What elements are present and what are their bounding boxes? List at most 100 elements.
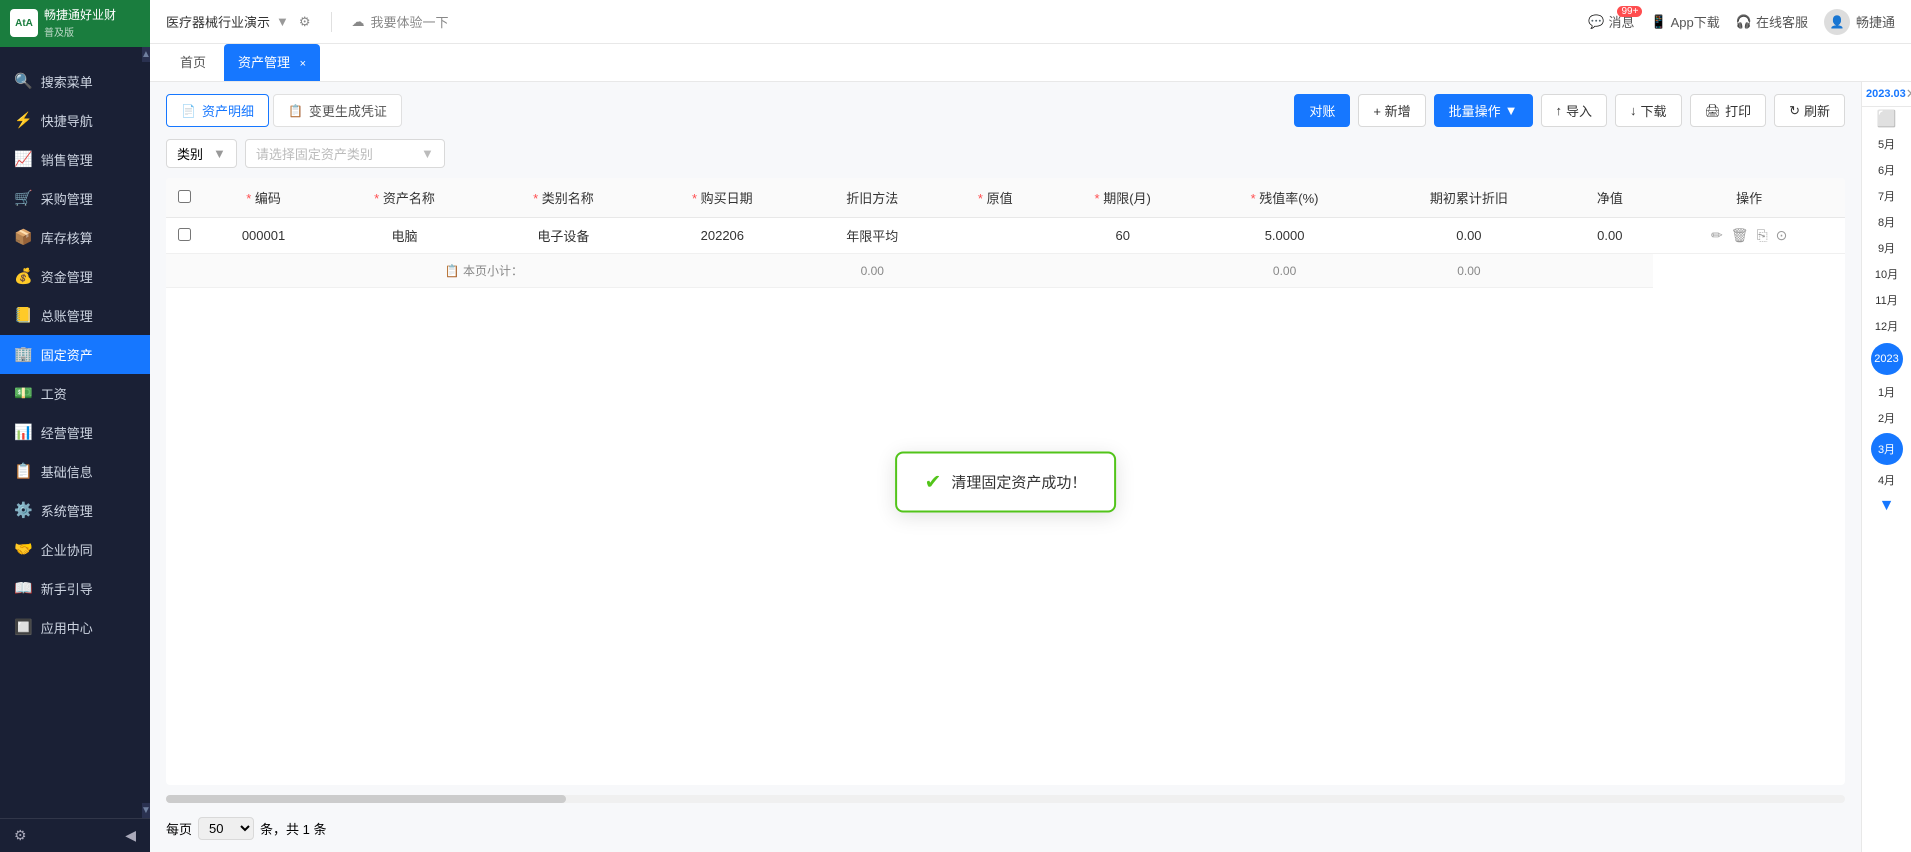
edit-icon[interactable]: ✏: [1711, 227, 1723, 244]
rp-month-11[interactable]: 11月: [1862, 287, 1911, 313]
rp-month-5[interactable]: 5月: [1862, 131, 1911, 157]
sidebar-item-purchase[interactable]: 🛒 采购管理: [0, 179, 150, 218]
sidebar-item-label: 基础信息: [41, 462, 93, 481]
quicknav-icon: ⚡: [14, 111, 33, 129]
more-icon[interactable]: ⊙: [1776, 227, 1788, 244]
batch-ops-button[interactable]: 批量操作 ▼: [1434, 94, 1533, 127]
download-icon: ↓: [1630, 103, 1637, 118]
topbar-right: 💬 消息 99+ 📱 App下载 🎧 在线客服 👤 畅捷通: [1588, 9, 1895, 35]
sidebar-item-label: 固定资产: [41, 345, 93, 364]
sidebar-item-label: 总账管理: [41, 306, 93, 325]
sidebar-item-sales[interactable]: 📈 销售管理: [0, 140, 150, 179]
logo-sub: 普及版: [44, 24, 116, 39]
filter-input-dropdown-icon: ▼: [421, 146, 434, 161]
logo-text-wrap: 畅捷通好业财 普及版: [44, 8, 116, 39]
print-button[interactable]: 🖨 打印: [1690, 94, 1767, 127]
select-all-checkbox[interactable]: [178, 190, 191, 203]
td-operations: ✏ 🗑 ⎘ ⊙: [1653, 218, 1845, 254]
subtotal-label: 📋 本页小计：: [166, 254, 802, 288]
sidebar-item-app-center[interactable]: 🔲 应用中心: [0, 608, 150, 647]
sidebar-item-enterprise[interactable]: 🤝 企业协同: [0, 530, 150, 569]
topbar: 医疗器械行业演示 ▼ ⚙ ☁ 我要体验一下 💬 消息 99+ 📱 App下载 🎧…: [150, 0, 1911, 44]
sidebar-item-basic-info[interactable]: 📋 基础信息: [0, 452, 150, 491]
subtotal-row: 📋 本页小计： 0.00 0.00 0.00: [166, 254, 1845, 288]
category-dropdown-icon: ▼: [213, 146, 226, 161]
sidebar-item-payroll[interactable]: 💵 工资: [0, 374, 150, 413]
app-center-icon: 🔲: [14, 618, 33, 636]
horizontal-scrollbar[interactable]: [166, 795, 1845, 803]
collapse-icon[interactable]: ◀: [125, 827, 136, 844]
settings-gear-icon[interactable]: ⚙: [299, 14, 311, 30]
category-input[interactable]: 请选择固定资产类别 ▼: [245, 139, 445, 168]
sidebar-item-quicknav[interactable]: ⚡ 快捷导航: [0, 101, 150, 140]
rp-month-8[interactable]: 8月: [1862, 209, 1911, 235]
sidebar-item-newbie[interactable]: 📖 新手引导: [0, 569, 150, 608]
rp-month-6[interactable]: 6月: [1862, 157, 1911, 183]
sidebar-item-search[interactable]: 🔍 搜索菜单: [0, 62, 150, 101]
subtotal-initial-accumulated: 0.00: [1198, 254, 1372, 288]
reconcile-button[interactable]: 对账: [1294, 94, 1350, 127]
tabbar: 首页 资产管理 ×: [150, 44, 1911, 82]
tab-home[interactable]: 首页: [166, 44, 220, 81]
horizontal-scrollbar-area: [166, 791, 1845, 807]
expand-panel-icon[interactable]: ⬜: [1877, 109, 1897, 129]
topbar-experience[interactable]: ☁ 我要体验一下: [352, 12, 449, 31]
logo-icon: AtA: [10, 9, 38, 37]
sidebar-item-ledger[interactable]: 📒 总账管理: [0, 296, 150, 335]
table-header-row: 编码 资产名称 类别名称 购买日期 折旧方法 原值 期限(月) 残值率(%) 期…: [166, 178, 1845, 218]
sidebar-item-inventory[interactable]: 📦 库存核算: [0, 218, 150, 257]
close-panel-icon[interactable]: ✕: [1906, 86, 1911, 102]
app-download-btn[interactable]: 📱 App下载: [1650, 12, 1719, 31]
tab-close-icon[interactable]: ×: [300, 58, 306, 70]
td-period: 60: [1048, 218, 1198, 254]
search-icon: 🔍: [14, 72, 33, 90]
per-page-select[interactable]: 50 10 20 100: [198, 817, 254, 840]
import-button[interactable]: ↑ 导入: [1541, 94, 1608, 127]
sidebar-item-ops[interactable]: 📊 经营管理: [0, 413, 150, 452]
tab-asset-mgmt[interactable]: 资产管理 ×: [224, 44, 320, 81]
delete-icon[interactable]: 🗑: [1731, 227, 1749, 244]
download-button[interactable]: ↓ 下载: [1615, 94, 1682, 127]
filter-row: 类别 ▼ 请选择固定资产类别 ▼: [166, 139, 1845, 168]
category-label: 类别: [177, 144, 203, 163]
th-net-value: 净值: [1566, 178, 1653, 218]
sidebar-item-fixed-assets[interactable]: 🏢 固定资产: [0, 335, 150, 374]
rp-month-4[interactable]: 4月: [1862, 467, 1911, 493]
sidebar-item-funds[interactable]: 💰 资金管理: [0, 257, 150, 296]
enterprise-icon: 🤝: [14, 540, 33, 558]
refresh-button[interactable]: ↻ 刷新: [1774, 94, 1845, 127]
ops-icon: 📊: [14, 423, 33, 441]
rp-month-1[interactable]: 1月: [1862, 379, 1911, 405]
copy-icon[interactable]: ⎘: [1756, 227, 1767, 244]
right-panel-header-label: 2023.03: [1866, 88, 1906, 100]
category-select[interactable]: 类别 ▼: [166, 139, 237, 168]
user-btn[interactable]: 👤 畅捷通: [1824, 9, 1895, 35]
online-service-label: 在线客服: [1756, 12, 1808, 31]
success-toast: ✔ 清理固定资产成功！: [895, 451, 1117, 512]
rp-month-2[interactable]: 2月: [1862, 405, 1911, 431]
table-row: 000001 电脑 电子设备 202206 年限平均 60 5.0000 0.0…: [166, 218, 1845, 254]
th-code: 编码: [202, 178, 325, 218]
sub-tab-asset-detail[interactable]: 📄 资产明细: [166, 94, 269, 127]
sub-tab-change-voucher[interactable]: 📋 变更生成凭证: [273, 94, 402, 127]
rp-month-3-active[interactable]: 3月: [1871, 433, 1903, 465]
th-checkbox: [166, 178, 202, 218]
new-button[interactable]: + 新增: [1358, 94, 1425, 127]
rp-month-9[interactable]: 9月: [1862, 235, 1911, 261]
topbar-company[interactable]: 医疗器械行业演示 ▼ ⚙: [166, 12, 311, 31]
settings-icon[interactable]: ⚙: [14, 827, 27, 844]
rp-month-7[interactable]: 7月: [1862, 183, 1911, 209]
sidebar-item-label: 经营管理: [41, 423, 93, 442]
sidebar-bottom: ⚙ ◀: [0, 818, 150, 852]
messages-btn[interactable]: 💬 消息 99+: [1588, 12, 1634, 31]
row-checkbox[interactable]: [178, 228, 191, 241]
td-code: 000001: [202, 218, 325, 254]
rp-scroll-down[interactable]: ▼: [1879, 497, 1895, 515]
phone-icon: 📱: [1650, 14, 1666, 30]
online-service-btn[interactable]: 🎧 在线客服: [1736, 12, 1808, 31]
rp-month-10[interactable]: 10月: [1862, 261, 1911, 287]
rp-year-badge[interactable]: 2023: [1871, 343, 1903, 375]
sidebar-item-system[interactable]: ⚙️ 系统管理: [0, 491, 150, 530]
import-icon: ↑: [1556, 103, 1563, 118]
rp-month-12[interactable]: 12月: [1862, 313, 1911, 339]
